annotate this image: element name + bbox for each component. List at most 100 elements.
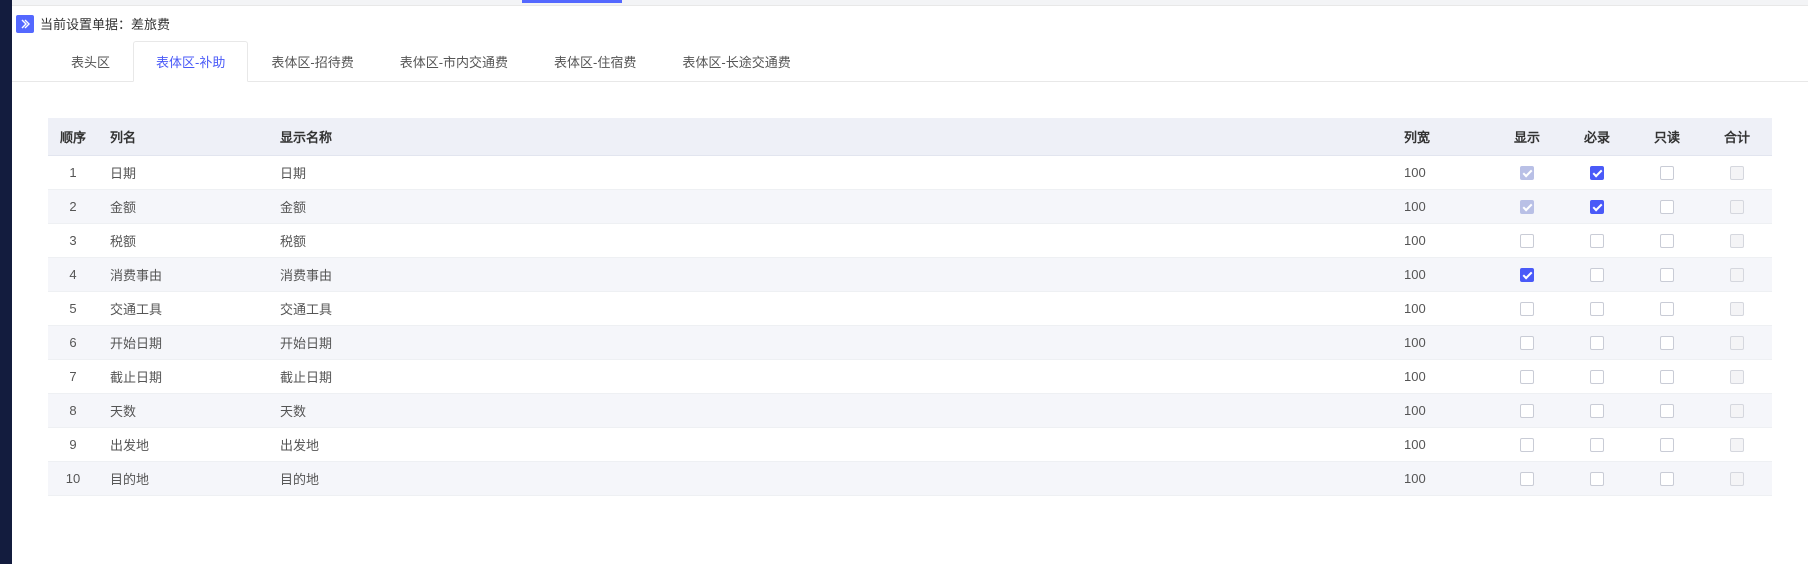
- cell-seq: 1: [48, 156, 98, 190]
- cell-width: 100: [1392, 462, 1492, 496]
- checkbox-readonly[interactable]: [1660, 370, 1674, 384]
- cell-sum: [1702, 428, 1772, 462]
- cell-width: 100: [1392, 360, 1492, 394]
- cell-readonly: [1632, 462, 1702, 496]
- checkbox-readonly[interactable]: [1660, 166, 1674, 180]
- cell-readonly: [1632, 292, 1702, 326]
- checkbox-readonly[interactable]: [1660, 336, 1674, 350]
- checkbox-sum: [1730, 370, 1744, 384]
- expand-icon[interactable]: [16, 15, 34, 33]
- cell-show: [1492, 394, 1562, 428]
- checkbox-readonly[interactable]: [1660, 302, 1674, 316]
- cell-name: 天数: [98, 394, 268, 428]
- cell-readonly: [1632, 190, 1702, 224]
- checkbox-required[interactable]: [1590, 302, 1604, 316]
- tab-1[interactable]: 表体区-补助: [133, 41, 248, 82]
- cell-name: 交通工具: [98, 292, 268, 326]
- checkbox-sum: [1730, 302, 1744, 316]
- cell-seq: 7: [48, 360, 98, 394]
- cell-seq: 3: [48, 224, 98, 258]
- cell-name: 出发地: [98, 428, 268, 462]
- tab-label: 表体区-招待费: [271, 55, 353, 70]
- checkbox-show[interactable]: [1520, 438, 1534, 452]
- cell-sum: [1702, 292, 1772, 326]
- cell-display: 消费事由: [268, 258, 1392, 292]
- checkbox-show[interactable]: [1520, 370, 1534, 384]
- cell-width: 100: [1392, 224, 1492, 258]
- checkbox-readonly[interactable]: [1660, 472, 1674, 486]
- cell-display: 交通工具: [268, 292, 1392, 326]
- cell-show: [1492, 292, 1562, 326]
- cell-width: 100: [1392, 258, 1492, 292]
- checkbox-required[interactable]: [1590, 200, 1604, 214]
- checkbox-required[interactable]: [1590, 438, 1604, 452]
- checkbox-readonly[interactable]: [1660, 268, 1674, 282]
- table-row: 6开始日期开始日期100: [48, 326, 1772, 360]
- checkbox-show[interactable]: [1520, 268, 1534, 282]
- cell-show: [1492, 360, 1562, 394]
- table-row: 2金额金额100: [48, 190, 1772, 224]
- cell-display: 税额: [268, 224, 1392, 258]
- checkbox-sum: [1730, 234, 1744, 248]
- cell-sum: [1702, 258, 1772, 292]
- cell-seq: 6: [48, 326, 98, 360]
- cell-name: 金额: [98, 190, 268, 224]
- checkbox-required[interactable]: [1590, 370, 1604, 384]
- checkbox-sum: [1730, 268, 1744, 282]
- checkbox-show[interactable]: [1520, 234, 1534, 248]
- th-name: 列名: [98, 118, 268, 156]
- checkbox-required[interactable]: [1590, 268, 1604, 282]
- cell-display: 金额: [268, 190, 1392, 224]
- checkbox-required[interactable]: [1590, 404, 1604, 418]
- top-tab-indicator: [522, 0, 622, 3]
- cell-width: 100: [1392, 190, 1492, 224]
- checkbox-required[interactable]: [1590, 234, 1604, 248]
- checkbox-readonly[interactable]: [1660, 404, 1674, 418]
- cell-required: [1562, 394, 1632, 428]
- cell-seq: 2: [48, 190, 98, 224]
- th-show: 显示: [1492, 118, 1562, 156]
- cell-required: [1562, 428, 1632, 462]
- tab-2[interactable]: 表体区-招待费: [248, 41, 376, 82]
- cell-show: [1492, 428, 1562, 462]
- current-doc-label: 当前设置单据：: [40, 14, 131, 33]
- table-row: 8天数天数100: [48, 394, 1772, 428]
- checkbox-required[interactable]: [1590, 336, 1604, 350]
- checkbox-sum: [1730, 438, 1744, 452]
- checkbox-required[interactable]: [1590, 166, 1604, 180]
- tab-3[interactable]: 表体区-市内交通费: [377, 41, 531, 82]
- checkbox-required[interactable]: [1590, 472, 1604, 486]
- checkbox-show[interactable]: [1520, 302, 1534, 316]
- checkbox-readonly[interactable]: [1660, 200, 1674, 214]
- table-row: 3税额税额100: [48, 224, 1772, 258]
- cell-display: 出发地: [268, 428, 1392, 462]
- checkbox-show[interactable]: [1520, 472, 1534, 486]
- cell-display: 目的地: [268, 462, 1392, 496]
- cell-sum: [1702, 224, 1772, 258]
- cell-show: [1492, 462, 1562, 496]
- cell-seq: 8: [48, 394, 98, 428]
- checkbox-show[interactable]: [1520, 336, 1534, 350]
- table-header-row: 顺序 列名 显示名称 列宽 显示 必录 只读 合计: [48, 118, 1772, 156]
- checkbox-readonly[interactable]: [1660, 438, 1674, 452]
- cell-seq: 5: [48, 292, 98, 326]
- checkbox-sum: [1730, 200, 1744, 214]
- table-row: 9出发地出发地100: [48, 428, 1772, 462]
- cell-display: 开始日期: [268, 326, 1392, 360]
- cell-sum: [1702, 462, 1772, 496]
- th-display: 显示名称: [268, 118, 1392, 156]
- checkbox-readonly[interactable]: [1660, 234, 1674, 248]
- tab-0[interactable]: 表头区: [48, 41, 133, 82]
- sidebar-stripe: [0, 0, 12, 564]
- cell-readonly: [1632, 394, 1702, 428]
- cell-name: 开始日期: [98, 326, 268, 360]
- tab-4[interactable]: 表体区-住宿费: [531, 41, 659, 82]
- cell-readonly: [1632, 258, 1702, 292]
- current-doc-header: 当前设置单据： 差旅费: [12, 6, 1808, 41]
- cell-width: 100: [1392, 428, 1492, 462]
- tabs-bar: 表头区表体区-补助 表体区-招待费 表体区-市内交通费表体区-住宿费表体区-长途交通…: [12, 41, 1808, 82]
- tab-5[interactable]: 表体区-长途交通费: [659, 41, 813, 82]
- checkbox-show[interactable]: [1520, 404, 1534, 418]
- checkbox-sum: [1730, 166, 1744, 180]
- cell-required: [1562, 156, 1632, 190]
